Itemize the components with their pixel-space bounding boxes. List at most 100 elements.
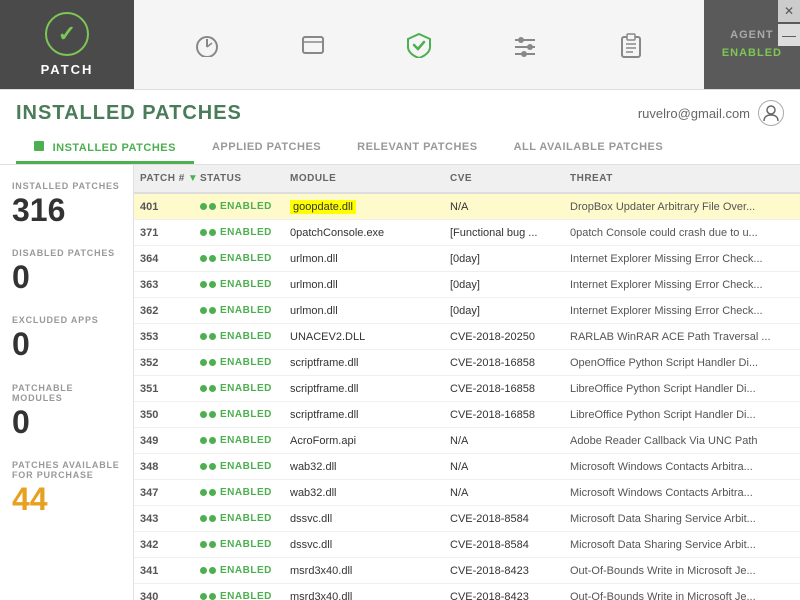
close-button[interactable]: ✕: [778, 0, 800, 22]
table-row[interactable]: 342 ENABLED dssvc.dll CVE-2018-8584 Micr…: [134, 532, 800, 558]
table-row[interactable]: 352 ENABLED scriptframe.dll CVE-2018-168…: [134, 350, 800, 376]
dot-2: [209, 515, 216, 522]
cell-status: ENABLED: [194, 197, 284, 216]
stat-purchase-value: 44: [12, 482, 121, 517]
logo-check-icon: ✓: [58, 21, 76, 47]
th-patch[interactable]: PATCH # ▼: [134, 165, 194, 192]
dot-2: [209, 411, 216, 418]
stat-excluded-label: EXCLUDED APPS: [12, 315, 121, 325]
dot-1: [200, 489, 207, 496]
cell-status: ENABLED: [194, 457, 284, 476]
cell-status: ENABLED: [194, 483, 284, 502]
dot-2: [209, 489, 216, 496]
cell-patch: 341: [134, 561, 194, 581]
logo-circle: ✓: [45, 12, 89, 56]
status-text: ENABLED: [220, 565, 272, 576]
status-text: ENABLED: [220, 279, 272, 290]
status-dots: [200, 229, 216, 236]
cell-cve: N/A: [444, 197, 564, 217]
table-row[interactable]: 363 ENABLED urlmon.dll [0day] Internet E…: [134, 272, 800, 298]
cell-module: AcroForm.api: [284, 431, 444, 451]
dot-2: [209, 359, 216, 366]
table-row[interactable]: 351 ENABLED scriptframe.dll CVE-2018-168…: [134, 376, 800, 402]
dot-1: [200, 333, 207, 340]
cell-patch: 342: [134, 535, 194, 555]
cell-module: scriptframe.dll: [284, 353, 444, 373]
tab-all-available-patches[interactable]: ALL AVAILABLE PATCHES: [496, 134, 682, 164]
status-text: ENABLED: [220, 409, 272, 420]
dot-1: [200, 593, 207, 600]
cell-threat: Internet Explorer Missing Error Check...: [564, 249, 800, 269]
table-row[interactable]: 349 ENABLED AcroForm.api N/A Adobe Reade…: [134, 428, 800, 454]
cell-cve: [0day]: [444, 249, 564, 269]
dot-2: [209, 437, 216, 444]
dot-1: [200, 359, 207, 366]
table-row[interactable]: 347 ENABLED wab32.dll N/A Microsoft Wind…: [134, 480, 800, 506]
table-row[interactable]: 364 ENABLED urlmon.dll [0day] Internet E…: [134, 246, 800, 272]
th-status: STATUS: [194, 165, 284, 192]
cell-module: wab32.dll: [284, 483, 444, 503]
cell-threat: 0patch Console could crash due to u...: [564, 223, 800, 243]
table-body: 401 ENABLED goopdate.dll N/A DropBox Upd…: [134, 194, 800, 600]
nav-sliders[interactable]: [510, 33, 540, 57]
cell-module: goopdate.dll: [284, 197, 444, 217]
nav-window[interactable]: [298, 33, 328, 57]
cell-cve: [0day]: [444, 275, 564, 295]
table-row[interactable]: 340 ENABLED msrd3x40.dll CVE-2018-8423 O…: [134, 584, 800, 600]
cell-threat: LibreOffice Python Script Handler Di...: [564, 405, 800, 425]
tab-installed-patches[interactable]: INSTALLED PATCHES: [16, 134, 194, 164]
cell-patch: 343: [134, 509, 194, 529]
dot-2: [209, 229, 216, 236]
cell-threat: Internet Explorer Missing Error Check...: [564, 275, 800, 295]
nav-shield[interactable]: [404, 32, 434, 58]
page-title: INSTALLED PATCHES: [16, 102, 242, 125]
table-row[interactable]: 371 ENABLED 0patchConsole.exe [Functiona…: [134, 220, 800, 246]
table-row[interactable]: 343 ENABLED dssvc.dll CVE-2018-8584 Micr…: [134, 506, 800, 532]
table-row[interactable]: 350 ENABLED scriptframe.dll CVE-2018-168…: [134, 402, 800, 428]
cell-status: ENABLED: [194, 431, 284, 450]
cell-cve: N/A: [444, 431, 564, 451]
cell-patch: 349: [134, 431, 194, 451]
cell-cve: N/A: [444, 457, 564, 477]
status-dots: [200, 333, 216, 340]
cell-module: UNACEV2.DLL: [284, 327, 444, 347]
cell-status: ENABLED: [194, 509, 284, 528]
status-text: ENABLED: [220, 383, 272, 394]
table-row[interactable]: 348 ENABLED wab32.dll N/A Microsoft Wind…: [134, 454, 800, 480]
table-row[interactable]: 401 ENABLED goopdate.dll N/A DropBox Upd…: [134, 194, 800, 220]
cell-threat: Adobe Reader Callback Via UNC Path: [564, 431, 800, 451]
cell-module: 0patchConsole.exe: [284, 223, 444, 243]
page-title-row: INSTALLED PATCHES ruvelro@gmail.com: [16, 100, 784, 126]
tab-relevant-patches[interactable]: RELEVANT PATCHES: [339, 134, 495, 164]
cell-cve: [0day]: [444, 301, 564, 321]
cell-cve: CVE-2018-8584: [444, 535, 564, 555]
cell-cve: CVE-2018-16858: [444, 405, 564, 425]
dot-1: [200, 567, 207, 574]
tab-applied-patches[interactable]: APPLIED PATCHES: [194, 134, 339, 164]
nav-icons: [134, 32, 704, 58]
cell-threat: Microsoft Windows Contacts Arbitra...: [564, 457, 800, 477]
cell-module: dssvc.dll: [284, 535, 444, 555]
top-nav: ✓ PATCH AGENT ENABLED ✕ —: [0, 0, 800, 90]
dot-1: [200, 541, 207, 548]
stat-patchable-value: 0: [12, 405, 121, 440]
cell-status: ENABLED: [194, 275, 284, 294]
cell-module: msrd3x40.dll: [284, 561, 444, 581]
table-row[interactable]: 353 ENABLED UNACEV2.DLL CVE-2018-20250 R…: [134, 324, 800, 350]
status-dots: [200, 541, 216, 548]
table-row[interactable]: 362 ENABLED urlmon.dll [0day] Internet E…: [134, 298, 800, 324]
cell-status: ENABLED: [194, 301, 284, 320]
cell-module: urlmon.dll: [284, 275, 444, 295]
nav-clipboard[interactable]: [616, 32, 646, 58]
main-content: INSTALLED PATCHES 316 DISABLED PATCHES 0…: [0, 165, 800, 600]
table-row[interactable]: 341 ENABLED msrd3x40.dll CVE-2018-8423 O…: [134, 558, 800, 584]
cell-status: ENABLED: [194, 587, 284, 600]
cell-patch: 362: [134, 301, 194, 321]
status-text: ENABLED: [220, 513, 272, 524]
minimize-button[interactable]: —: [778, 24, 800, 46]
nav-dashboard[interactable]: [192, 33, 222, 57]
stat-disabled-label: DISABLED PATCHES: [12, 248, 121, 258]
cell-module: scriptframe.dll: [284, 379, 444, 399]
status-text: ENABLED: [220, 305, 272, 316]
dot-2: [209, 203, 216, 210]
